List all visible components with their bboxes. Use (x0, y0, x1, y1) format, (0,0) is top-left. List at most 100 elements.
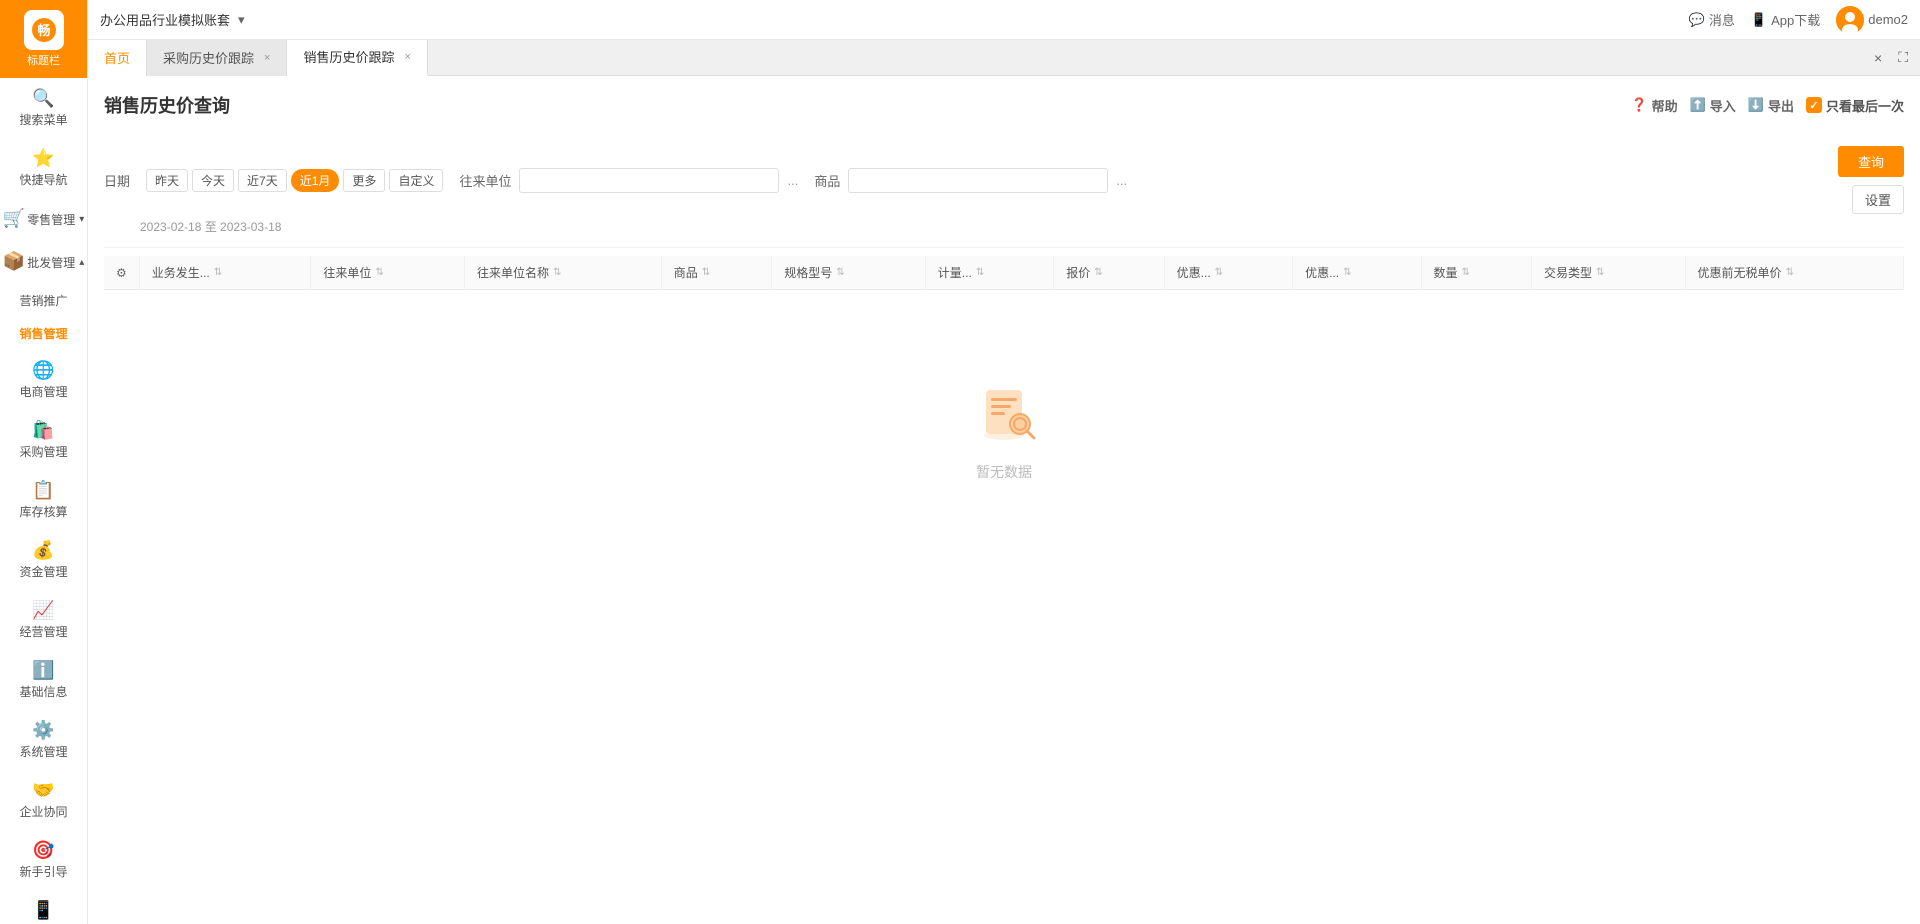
sidebar-item-label: 库存核算 (19, 503, 67, 520)
table-settings-icon[interactable]: ⚙ (116, 266, 127, 280)
tab-bar: 首页 采购历史价跟踪 × 销售历史价跟踪 × × ⛶ (88, 40, 1920, 76)
message-btn[interactable]: 💬 消息 (1689, 10, 1735, 29)
import-icon: ⬆️ (1690, 97, 1706, 113)
col-label-quantity: 数量 (1434, 264, 1458, 281)
sidebar-item-inventory[interactable]: 📋 库存核算 (0, 470, 87, 530)
sort-icon-quote: ⇅ (1094, 267, 1102, 278)
data-table: ⚙ 业务发生... ⇅ 往来单位 ⇅ (104, 256, 1904, 290)
date-range-text: 2023-02-18 至 2023-03-18 (140, 220, 281, 234)
table-header-settings: ⚙ (104, 256, 139, 290)
sidebar-item-app-center[interactable]: 📱 应用中心 (0, 890, 87, 924)
tab-home[interactable]: 首页 (88, 40, 147, 76)
main-content: 办公用品行业模拟账套 ▾ 💬 消息 📱 App下载 de (88, 0, 1920, 924)
close-tab-btn[interactable]: × (1870, 46, 1886, 70)
only-last-label: 只看最后一次 (1826, 96, 1904, 115)
logo-text: 标题栏 (27, 52, 60, 68)
import-btn[interactable]: ⬆️ 导入 (1690, 96, 1736, 115)
filter-row: 日期 昨天 今天 近7天 近1月 更多 自定义 往来单位 ... 商品 (104, 146, 1904, 214)
col-label-unit: 往来单位 (323, 264, 371, 281)
sidebar-item-enterprise[interactable]: 🤝 企业协同 (0, 770, 87, 830)
inventory-icon: 📋 (32, 480, 54, 501)
topbar-title: 办公用品行业模拟账套 (100, 10, 230, 29)
sidebar-item-new-guide[interactable]: 🎯 新手引导 (0, 830, 87, 890)
date-btn-yesterday[interactable]: 昨天 (146, 169, 188, 192)
table-header-discount1[interactable]: 优惠... ⇅ (1164, 256, 1292, 290)
sidebar-item-marketing[interactable]: 营销推广 (0, 284, 87, 317)
sidebar-item-quick-nav[interactable]: ⭐ 快捷导航 (0, 138, 87, 198)
app-download-label: App下载 (1771, 10, 1820, 29)
goods-filter-dots[interactable]: ... (1116, 173, 1127, 188)
sidebar-item-label: 采购管理 (19, 443, 67, 460)
user-profile-btn[interactable]: demo2 (1836, 6, 1908, 34)
only-last-checkbox[interactable] (1806, 97, 1822, 113)
date-btn-custom[interactable]: 自定义 (389, 169, 443, 192)
col-label-pretax-price: 优惠前无税单价 (1698, 264, 1782, 281)
sidebar-item-ops-mgmt[interactable]: 📈 经营管理 (0, 590, 87, 650)
table-header-goods[interactable]: 商品 ⇅ (661, 256, 771, 290)
sidebar-item-ecommerce-mgmt[interactable]: 🌐 电商管理 (0, 350, 87, 410)
ops-mgmt-icon: 📈 (32, 600, 54, 621)
sidebar-item-purchase-mgmt[interactable]: 🛍️ 采购管理 (0, 410, 87, 470)
table-header-unit-measure[interactable]: 计量... ⇅ (925, 256, 1053, 290)
filter-right-actions: 查询 设置 (1838, 146, 1904, 214)
sidebar-item-system-mgmt[interactable]: ⚙️ 系统管理 (0, 710, 87, 770)
unit-filter-input[interactable] (519, 168, 779, 193)
wholesale-mgmt-icon: 📦 (3, 251, 25, 272)
tab-purchase-history[interactable]: 采购历史价跟踪 × (147, 40, 287, 76)
sidebar-item-label: 批发管理 (27, 254, 75, 271)
table-header-quote[interactable]: 报价 ⇅ (1054, 256, 1164, 290)
export-label: 导出 (1768, 96, 1794, 115)
sort-icon-unit-measure: ⇅ (976, 267, 984, 278)
table-header-quantity[interactable]: 数量 ⇅ (1421, 256, 1531, 290)
export-btn[interactable]: ⬇️ 导出 (1748, 96, 1794, 115)
col-label-goods: 商品 (674, 264, 698, 281)
unit-filter-dots[interactable]: ... (787, 173, 798, 188)
page-content: 销售历史价查询 ❓ 帮助 ⬆️ 导入 ⬇️ 导出 只看最后一次 (88, 76, 1920, 924)
table-header: ⚙ 业务发生... ⇅ 往来单位 ⇅ (104, 256, 1904, 290)
sidebar-item-label: 资金管理 (19, 563, 67, 580)
table-header-trade-type[interactable]: 交易类型 ⇅ (1531, 256, 1685, 290)
table-header-discount2[interactable]: 优惠... ⇅ (1293, 256, 1421, 290)
help-label: 帮助 (1652, 96, 1678, 115)
table-header-spec[interactable]: 规格型号 ⇅ (772, 256, 926, 290)
sidebar-item-sales-mgmt[interactable]: 销售管理 (0, 317, 87, 350)
sidebar-item-wholesale-mgmt[interactable]: 📦 批发管理 ▴ (0, 241, 87, 284)
topbar-left: 办公用品行业模拟账套 ▾ (100, 10, 245, 29)
maximize-tab-btn[interactable]: ⛶ (1894, 45, 1912, 70)
logo-icon: 畅 (24, 10, 64, 50)
topbar-dropdown-btn[interactable]: ▾ (238, 12, 245, 28)
sidebar-item-finance-mgmt[interactable]: 💰 资金管理 (0, 530, 87, 590)
app-logo[interactable]: 畅 标题栏 (0, 0, 87, 78)
table-header-unit[interactable]: 往来单位 ⇅ (311, 256, 465, 290)
goods-filter-input[interactable] (848, 168, 1108, 193)
app-download-btn[interactable]: 📱 App下载 (1751, 10, 1820, 29)
date-buttons: 昨天 今天 近7天 近1月 更多 自定义 (146, 169, 443, 192)
tab-sales-history-close[interactable]: × (404, 51, 410, 63)
help-btn[interactable]: ❓ 帮助 (1631, 96, 1677, 115)
table-header-pretax-price[interactable]: 优惠前无税单价 ⇅ (1685, 256, 1903, 290)
sidebar-item-label: 企业协同 (19, 803, 67, 820)
only-last-checkbox-label[interactable]: 只看最后一次 (1806, 96, 1904, 115)
query-btn[interactable]: 查询 (1838, 146, 1904, 177)
date-btn-7days[interactable]: 近7天 (238, 169, 287, 192)
sidebar-item-search-menu[interactable]: 🔍 搜索菜单 (0, 78, 87, 138)
sort-icon-discount1: ⇅ (1215, 267, 1223, 278)
unit-filter-field: 往来单位 ... (459, 168, 798, 193)
ecommerce-mgmt-icon: 🌐 (32, 360, 54, 381)
date-btn-1month[interactable]: 近1月 (291, 169, 340, 192)
date-btn-today[interactable]: 今天 (192, 169, 234, 192)
sidebar-item-basic-info[interactable]: ℹ️ 基础信息 (0, 650, 87, 710)
sort-icon-discount2: ⇅ (1343, 267, 1351, 278)
page-title-row: 销售历史价查询 ❓ 帮助 ⬆️ 导入 ⬇️ 导出 只看最后一次 (104, 92, 1904, 118)
settings-btn[interactable]: 设置 (1852, 185, 1904, 214)
chevron-down-icon: ▾ (79, 214, 84, 225)
table-header-biz-date[interactable]: 业务发生... ⇅ (139, 256, 311, 290)
sidebar-item-retail-mgmt[interactable]: 🛒 零售管理 ▾ (0, 198, 87, 241)
user-name: demo2 (1868, 12, 1908, 27)
table-header-unit-name[interactable]: 往来单位名称 ⇅ (464, 256, 661, 290)
tab-sales-history[interactable]: 销售历史价跟踪 × (287, 40, 427, 76)
page-title-actions: ❓ 帮助 ⬆️ 导入 ⬇️ 导出 只看最后一次 (1631, 96, 1904, 115)
tab-purchase-history-close[interactable]: × (264, 52, 270, 64)
date-btn-more[interactable]: 更多 (343, 169, 385, 192)
sidebar-item-label: 搜索菜单 (19, 111, 67, 128)
